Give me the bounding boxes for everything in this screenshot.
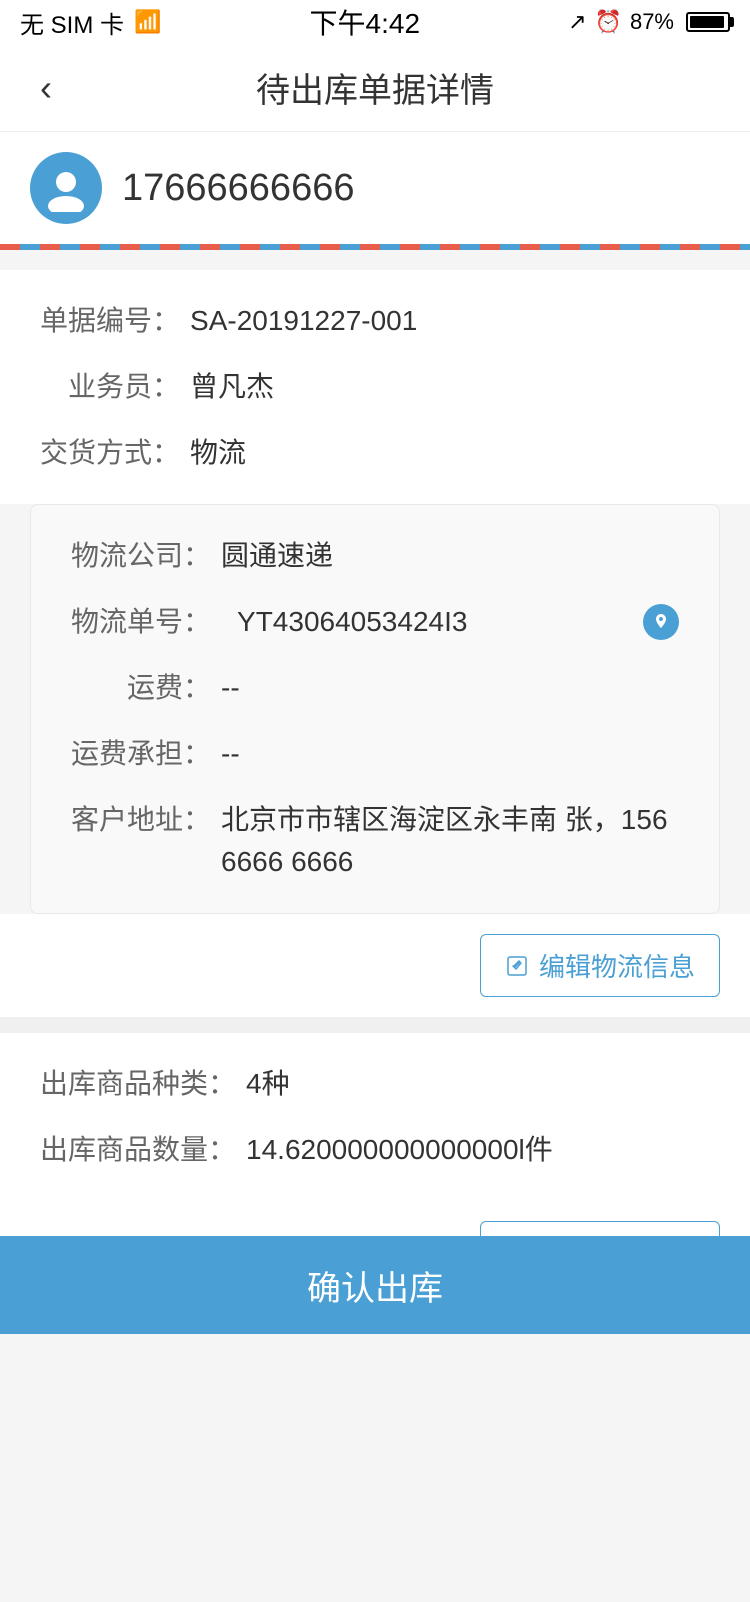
wifi-icon: 📶 bbox=[134, 9, 161, 35]
delivery-method-label: 交货方式： bbox=[40, 432, 190, 474]
status-left: 无 SIM 卡 📶 bbox=[20, 5, 161, 40]
tracking-number-value: YT43064053424I3 bbox=[237, 601, 627, 643]
alarm-icon: ⏰ bbox=[595, 9, 622, 35]
goods-quantity-label: 出库商品数量： bbox=[40, 1129, 246, 1171]
sales-person-value: 曾凡杰 bbox=[190, 366, 710, 408]
avatar-icon bbox=[42, 164, 90, 212]
freight-row: 运费： -- bbox=[71, 667, 679, 709]
edit-logistics-label: 编辑物流信息 bbox=[539, 947, 695, 984]
logistics-company-value: 圆通速递 bbox=[221, 535, 679, 577]
logistics-card: 物流公司： 圆通速递 物流单号： YT43064053424I3 运费： -- … bbox=[30, 504, 720, 914]
back-button[interactable]: ‹ bbox=[30, 57, 62, 119]
address-row: 客户地址： 北京市市辖区海淀区永丰南 张，156 6666 6666 bbox=[71, 799, 679, 883]
carrier-text: 无 SIM 卡 bbox=[20, 5, 124, 40]
goods-section: 出库商品种类： 4种 出库商品数量： 14.620000000000000l件 bbox=[0, 1033, 750, 1201]
logistics-company-row: 物流公司： 圆通速递 bbox=[71, 535, 679, 577]
customer-header: 17666666666 bbox=[0, 132, 750, 244]
delivery-method-row: 交货方式： 物流 bbox=[40, 432, 710, 474]
status-bar: 无 SIM 卡 📶 下午4:42 ↗ ⏰ 87% bbox=[0, 0, 750, 44]
battery-icon bbox=[686, 12, 730, 32]
edit-logistics-button[interactable]: 编辑物流信息 bbox=[480, 934, 720, 997]
bottom-spacer bbox=[0, 1304, 750, 1504]
tracking-number-label: 物流单号： bbox=[71, 601, 221, 643]
goods-quantity-value: 14.620000000000000l件 bbox=[246, 1129, 710, 1171]
nav-bar: ‹ 待出库单据详情 bbox=[0, 44, 750, 132]
page-title: 待出库单据详情 bbox=[256, 63, 494, 112]
status-time: 下午4:42 bbox=[310, 2, 421, 42]
goods-quantity-row: 出库商品数量： 14.620000000000000l件 bbox=[40, 1129, 710, 1171]
address-value: 北京市市辖区海淀区永丰南 张，156 6666 6666 bbox=[221, 799, 679, 883]
freight-bearer-row: 运费承担： -- bbox=[71, 733, 679, 775]
sales-person-row: 业务员： 曾凡杰 bbox=[40, 366, 710, 408]
section-separator bbox=[0, 1017, 750, 1033]
order-number-value: SA-20191227-001 bbox=[190, 300, 710, 342]
map-pin-icon[interactable] bbox=[643, 604, 679, 640]
logistics-company-label: 物流公司： bbox=[71, 535, 221, 577]
edit-icon bbox=[505, 954, 529, 978]
battery-text: 87% bbox=[630, 9, 674, 35]
freight-bearer-value: -- bbox=[221, 733, 679, 775]
tracking-number-row: 物流单号： YT43064053424I3 bbox=[71, 601, 679, 643]
freight-label: 运费： bbox=[71, 667, 221, 709]
confirm-outbound-button[interactable]: 确认出库 bbox=[0, 1236, 750, 1334]
order-number-label: 单据编号： bbox=[40, 300, 190, 342]
goods-types-value: 4种 bbox=[246, 1063, 710, 1105]
location-status-icon: ↗ bbox=[568, 9, 586, 35]
freight-bearer-label: 运费承担： bbox=[71, 733, 221, 775]
order-number-row: 单据编号： SA-20191227-001 bbox=[40, 300, 710, 342]
delivery-method-value: 物流 bbox=[190, 432, 710, 474]
status-right: ↗ ⏰ 87% bbox=[568, 9, 730, 35]
dashed-divider bbox=[0, 244, 750, 250]
goods-types-row: 出库商品种类： 4种 bbox=[40, 1063, 710, 1105]
order-info-section: 单据编号： SA-20191227-001 业务员： 曾凡杰 交货方式： 物流 bbox=[0, 270, 750, 504]
sales-person-label: 业务员： bbox=[40, 366, 190, 408]
address-label: 客户地址： bbox=[71, 799, 221, 841]
avatar bbox=[30, 152, 102, 224]
edit-logistics-area: 编辑物流信息 bbox=[0, 914, 750, 1017]
customer-phone: 17666666666 bbox=[122, 167, 354, 210]
confirm-btn-label: 确认出库 bbox=[307, 1261, 443, 1310]
freight-value: -- bbox=[221, 667, 679, 709]
goods-types-label: 出库商品种类： bbox=[40, 1063, 246, 1105]
